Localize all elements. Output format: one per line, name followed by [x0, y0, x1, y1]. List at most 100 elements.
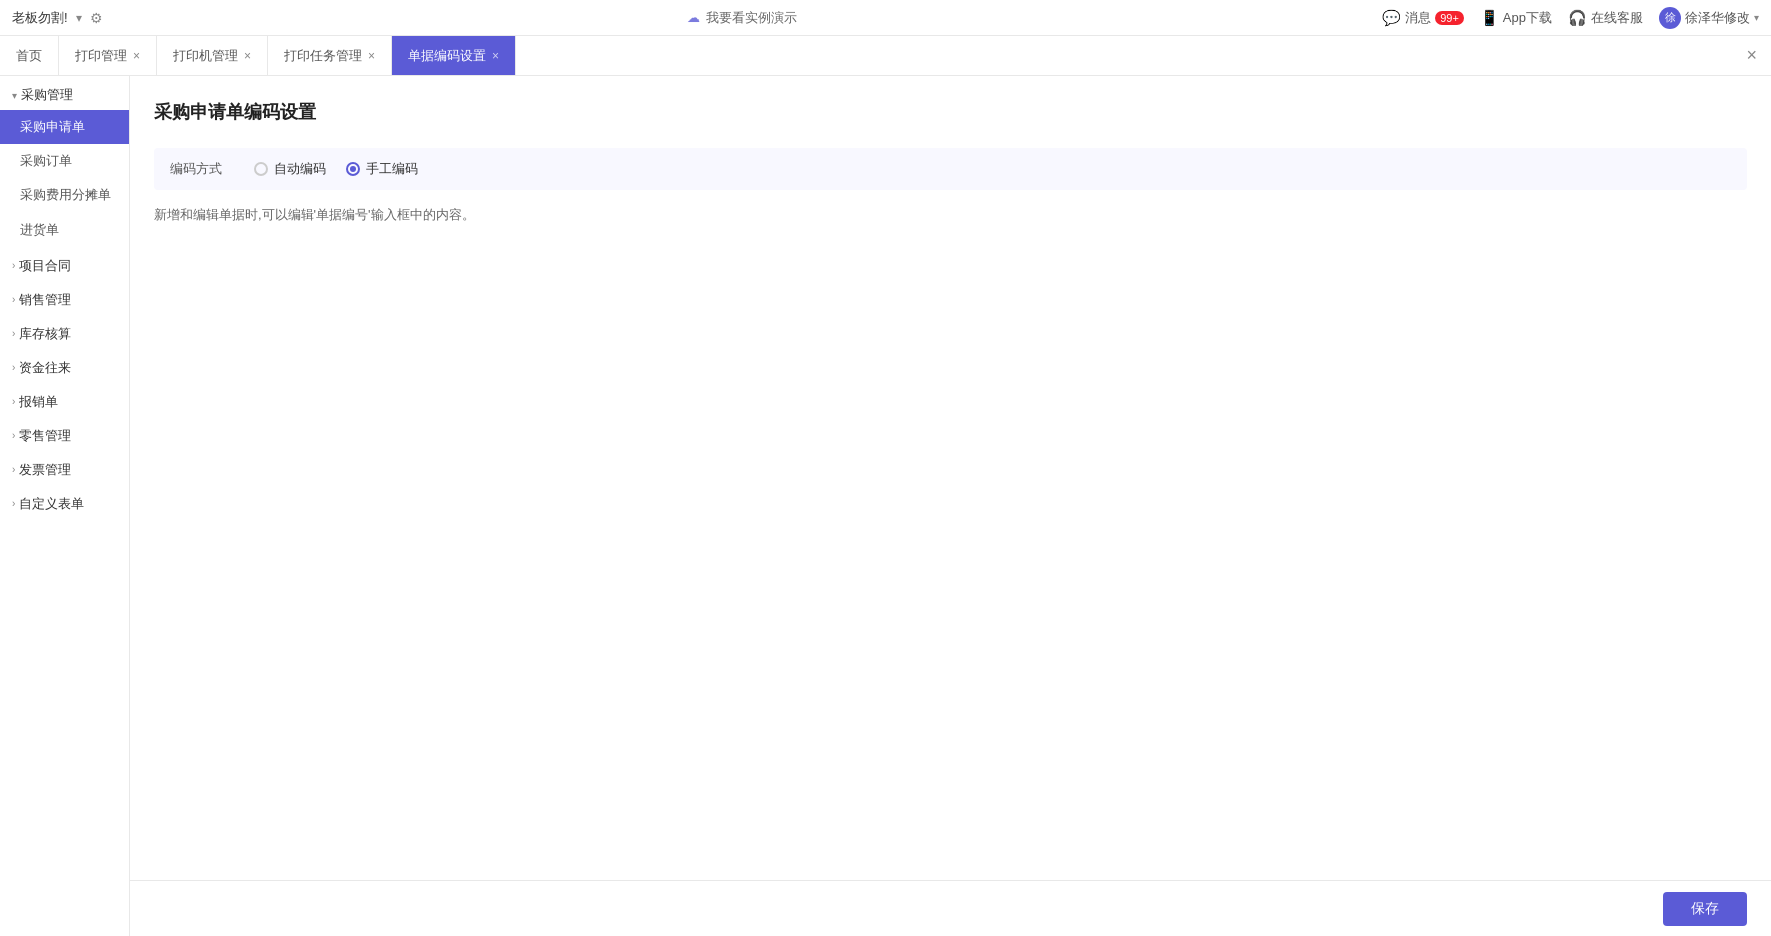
sidebar-group-sales-title[interactable]: › 销售管理	[0, 281, 129, 315]
tab-print-task[interactable]: 打印任务管理 ×	[268, 36, 392, 75]
reimbursement-arrow-icon: ›	[12, 396, 15, 407]
tab-code-setting-label: 单据编码设置	[408, 47, 486, 65]
tab-print-management[interactable]: 打印管理 ×	[59, 36, 157, 75]
auto-code-option[interactable]: 自动编码	[254, 160, 326, 178]
sidebar-group-custom-form: › 自定义表单	[0, 485, 129, 519]
purchase-group-label: 采购管理	[21, 86, 73, 104]
sidebar-group-invoice: › 发票管理	[0, 451, 129, 485]
sidebar-item-inbound[interactable]: 进货单	[0, 213, 129, 247]
tab-print-task-label: 打印任务管理	[284, 47, 362, 65]
sidebar-group-capital-title[interactable]: › 资金往来	[0, 349, 129, 383]
user-dropdown-icon: ▾	[1754, 12, 1759, 23]
app-download-button[interactable]: 📱 App下载	[1480, 9, 1552, 27]
sidebar-group-invoice-title[interactable]: › 发票管理	[0, 451, 129, 485]
close-all-tabs[interactable]: ×	[1732, 36, 1771, 75]
content-area: 采购申请单编码设置 编码方式 自动编码 手工编码	[130, 76, 1771, 936]
tab-printer-management-close[interactable]: ×	[244, 49, 251, 63]
message-icon: 💬	[1382, 9, 1401, 27]
sidebar-group-purchase: ▾ 采购管理 采购申请单 采购订单 采购费用分摊单 进货单	[0, 76, 129, 247]
sales-arrow-icon: ›	[12, 294, 15, 305]
inventory-group-label: 库存核算	[19, 325, 71, 343]
retail-arrow-icon: ›	[12, 430, 15, 441]
sidebar-item-purchase-expense[interactable]: 采购费用分摊单	[0, 178, 129, 212]
tab-bar: 首页 打印管理 × 打印机管理 × 打印任务管理 × 单据编码设置 × ×	[0, 36, 1771, 76]
sidebar-item-purchase-expense-label: 采购费用分摊单	[20, 187, 111, 202]
tab-code-setting[interactable]: 单据编码设置 ×	[392, 36, 516, 75]
page-title: 采购申请单编码设置	[154, 100, 1747, 124]
sidebar-group-reimbursement: › 报销单	[0, 383, 129, 417]
tab-printer-management[interactable]: 打印机管理 ×	[157, 36, 268, 75]
service-label: 在线客服	[1591, 9, 1643, 27]
top-bar-left: 老板勿割! ▾ ⚙	[12, 9, 103, 27]
top-bar-right: 💬 消息 99+ 📱 App下载 🎧 在线客服 徐 徐泽华修改 ▾	[1382, 7, 1759, 29]
sidebar-item-purchase-order-label: 采购订单	[20, 153, 72, 168]
sidebar-group-reimbursement-title[interactable]: › 报销单	[0, 383, 129, 417]
tab-code-setting-close[interactable]: ×	[492, 49, 499, 63]
app-label: App下载	[1503, 9, 1552, 27]
top-bar: 老板勿割! ▾ ⚙ ☁ 我要看实例演示 💬 消息 99+ 📱 App下载 🎧 在…	[0, 0, 1771, 36]
sidebar-item-inbound-label: 进货单	[20, 222, 59, 237]
app-icon: 📱	[1480, 9, 1499, 27]
auto-code-label: 自动编码	[274, 160, 326, 178]
sidebar-group-custom-form-title[interactable]: › 自定义表单	[0, 485, 129, 519]
manual-code-label: 手工编码	[366, 160, 418, 178]
sidebar-group-inventory-title[interactable]: › 库存核算	[0, 315, 129, 349]
sidebar-group-retail-title[interactable]: › 零售管理	[0, 417, 129, 451]
code-setting-row: 编码方式 自动编码 手工编码	[154, 148, 1747, 190]
capital-group-label: 资金往来	[19, 359, 71, 377]
sales-group-label: 销售管理	[19, 291, 71, 309]
main-layout: ▾ 采购管理 采购申请单 采购订单 采购费用分摊单 进货单 › 项目合同	[0, 76, 1771, 936]
project-group-label: 项目合同	[19, 257, 71, 275]
invoice-arrow-icon: ›	[12, 464, 15, 475]
avatar: 徐	[1659, 7, 1681, 29]
sidebar-group-retail: › 零售管理	[0, 417, 129, 451]
top-bar-center: ☁ 我要看实例演示	[687, 9, 797, 27]
sidebar-group-purchase-title[interactable]: ▾ 采购管理	[0, 76, 129, 110]
tab-print-management-close[interactable]: ×	[133, 49, 140, 63]
service-icon: 🎧	[1568, 9, 1587, 27]
logo-text: 老板勿割!	[12, 9, 68, 27]
description-text: 新增和编辑单据时,可以编辑'单据编号'输入框中的内容。	[154, 206, 1747, 224]
reimbursement-group-label: 报销单	[19, 393, 58, 411]
manual-code-radio[interactable]	[346, 162, 360, 176]
project-arrow-icon: ›	[12, 260, 15, 271]
sidebar-item-purchase-request[interactable]: 采购申请单	[0, 110, 129, 144]
sidebar-item-purchase-order[interactable]: 采购订单	[0, 144, 129, 178]
tab-print-management-label: 打印管理	[75, 47, 127, 65]
dropdown-icon[interactable]: ▾	[76, 11, 82, 25]
sidebar-group-sales: › 销售管理	[0, 281, 129, 315]
online-service-button[interactable]: 🎧 在线客服	[1568, 9, 1643, 27]
message-button[interactable]: 💬 消息 99+	[1382, 9, 1464, 27]
retail-group-label: 零售管理	[19, 427, 71, 445]
auto-code-radio[interactable]	[254, 162, 268, 176]
content-footer: 保存	[130, 880, 1771, 936]
custom-form-arrow-icon: ›	[12, 498, 15, 509]
manual-code-radio-dot	[350, 166, 356, 172]
capital-arrow-icon: ›	[12, 362, 15, 373]
manual-code-option[interactable]: 手工编码	[346, 160, 418, 178]
save-button[interactable]: 保存	[1663, 892, 1747, 926]
sidebar-group-project: › 项目合同	[0, 247, 129, 281]
tab-home[interactable]: 首页	[0, 36, 59, 75]
invoice-group-label: 发票管理	[19, 461, 71, 479]
purchase-arrow-icon: ▾	[12, 90, 17, 101]
radio-group: 自动编码 手工编码	[254, 160, 418, 178]
message-badge: 99+	[1435, 11, 1464, 25]
user-menu[interactable]: 徐 徐泽华修改 ▾	[1659, 7, 1759, 29]
message-label: 消息	[1405, 9, 1431, 27]
tab-printer-management-label: 打印机管理	[173, 47, 238, 65]
user-name: 徐泽华修改	[1685, 9, 1750, 27]
center-text[interactable]: 我要看实例演示	[706, 9, 797, 27]
sidebar-item-purchase-request-label: 采购申请单	[20, 119, 85, 134]
custom-form-group-label: 自定义表单	[19, 495, 84, 513]
content-body: 采购申请单编码设置 编码方式 自动编码 手工编码	[130, 76, 1771, 880]
tab-print-task-close[interactable]: ×	[368, 49, 375, 63]
inventory-arrow-icon: ›	[12, 328, 15, 339]
sidebar: ▾ 采购管理 采购申请单 采购订单 采购费用分摊单 进货单 › 项目合同	[0, 76, 130, 936]
sidebar-group-capital: › 资金往来	[0, 349, 129, 383]
settings-icon[interactable]: ⚙	[90, 10, 103, 26]
cloud-icon: ☁	[687, 10, 700, 25]
sidebar-group-inventory: › 库存核算	[0, 315, 129, 349]
sidebar-group-project-title[interactable]: › 项目合同	[0, 247, 129, 281]
coding-label: 编码方式	[170, 160, 230, 178]
